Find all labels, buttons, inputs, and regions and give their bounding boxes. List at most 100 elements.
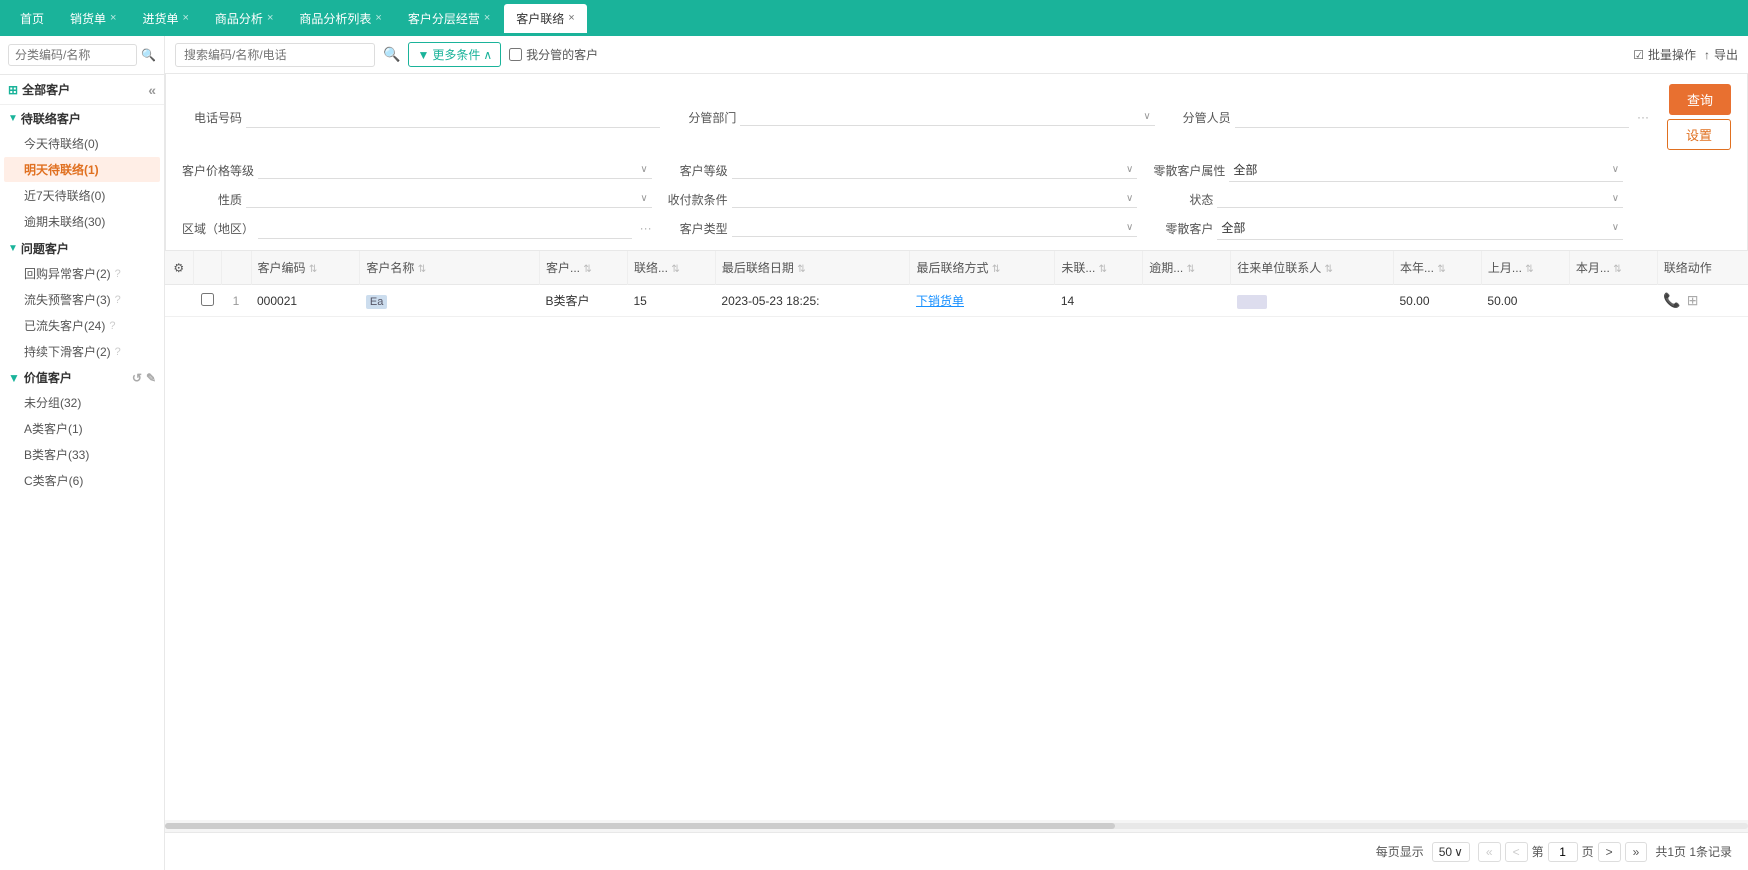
sidebar-item-today-pending[interactable]: 今天待联络(0): [4, 131, 160, 156]
nav-customer-contact[interactable]: 客户联络 ×: [504, 4, 586, 33]
nav-product-analysis-list[interactable]: 商品分析列表 ×: [287, 4, 393, 33]
filter-payment-select[interactable]: ∨: [732, 190, 1138, 208]
help-icon[interactable]: ?: [115, 346, 121, 358]
help-icon[interactable]: ?: [115, 294, 121, 306]
close-icon[interactable]: ×: [484, 12, 490, 24]
more-icon[interactable]: ···: [640, 221, 652, 235]
filter-row-1: 电话号码 分管部门 ∨ 分管人员 ··· 查询 设置: [182, 84, 1731, 150]
filter-dept-label: 分管部门: [676, 109, 736, 126]
query-button[interactable]: 查询: [1669, 84, 1731, 115]
prev-page-button[interactable]: <: [1505, 842, 1528, 862]
filter-phone-input[interactable]: [246, 106, 660, 128]
filter-customer-type-select[interactable]: ∨: [732, 219, 1138, 237]
td-checkbox[interactable]: [193, 285, 221, 317]
last-contact-way-link[interactable]: 下销货单: [916, 294, 964, 308]
filter-price-level-select[interactable]: ∨: [258, 161, 652, 179]
close-icon[interactable]: ×: [568, 12, 574, 24]
sidebar-search-icon[interactable]: 🔍: [141, 48, 156, 62]
batch-operation-button[interactable]: ☑ 批量操作: [1633, 46, 1696, 63]
close-icon[interactable]: ×: [375, 12, 381, 24]
close-icon[interactable]: ×: [267, 12, 273, 24]
set-button[interactable]: 设置: [1667, 119, 1731, 150]
sidebar-item-a-class[interactable]: A类客户(1): [4, 416, 160, 441]
row-checkbox[interactable]: [201, 293, 214, 306]
th-last-contact-date[interactable]: 最后联络日期 ⇅: [715, 251, 910, 285]
horizontal-scrollbar[interactable]: [165, 820, 1748, 832]
sidebar-item-churn-warning[interactable]: 流失预警客户(3) ?: [4, 287, 160, 312]
th-gear[interactable]: ⚙: [165, 251, 193, 285]
more-icon[interactable]: ···: [1637, 110, 1649, 124]
th-customer-name[interactable]: 客户名称 ⇅: [360, 251, 540, 285]
grid-icon[interactable]: ⊞: [1687, 292, 1699, 309]
sidebar-item-abnormal-repurchase[interactable]: 回购异常客户(2) ?: [4, 261, 160, 286]
th-customer-type[interactable]: 客户... ⇅: [540, 251, 628, 285]
filter-retail-attr-cell: 零散客户属性 全部 ∨: [1145, 158, 1631, 182]
edit-icon[interactable]: ✎: [146, 371, 156, 385]
filter-region-input[interactable]: [258, 217, 632, 239]
sidebar-search-input[interactable]: [8, 44, 137, 66]
filter-gender-label: 性质: [182, 191, 242, 208]
nav-product-analysis[interactable]: 商品分析 ×: [203, 4, 285, 33]
filter-status-select[interactable]: ∨: [1217, 190, 1623, 208]
next-page-button[interactable]: >: [1598, 842, 1621, 862]
th-contact-count[interactable]: 联络... ⇅: [627, 251, 715, 285]
filter-person-input[interactable]: [1235, 106, 1629, 128]
sidebar-item-churned[interactable]: 已流失客户(24) ?: [4, 313, 160, 338]
last-page-button[interactable]: »: [1625, 842, 1648, 862]
chevron-down-icon: ∨: [1454, 845, 1463, 859]
phone-icon[interactable]: 📞: [1663, 292, 1680, 309]
sidebar-item-declining[interactable]: 持续下滑客户(2) ?: [4, 339, 160, 364]
filter-customer-level-select[interactable]: ∨: [732, 161, 1138, 179]
my-customers-checkbox[interactable]: [509, 48, 522, 61]
help-icon[interactable]: ?: [109, 320, 115, 332]
nav-purchase-order[interactable]: 进货单 ×: [130, 4, 200, 33]
filter-payment-label: 收付款条件: [668, 191, 728, 208]
sidebar-item-overdue-contact[interactable]: 逾期未联络(30): [4, 209, 160, 234]
th-no-contact[interactable]: 未联... ⇅: [1055, 251, 1143, 285]
th-this-year[interactable]: 本年... ⇅: [1393, 251, 1481, 285]
my-customers-checkbox-label[interactable]: 我分管的客户: [509, 46, 598, 63]
filter-search-input[interactable]: [175, 43, 375, 67]
first-page-button[interactable]: «: [1478, 842, 1501, 862]
th-last-month[interactable]: 上月... ⇅: [1481, 251, 1569, 285]
nav-customer-tier[interactable]: 客户分层经营 ×: [396, 4, 502, 33]
sidebar-item-c-class[interactable]: C类客户(6): [4, 468, 160, 493]
sidebar-item-tomorrow-pending[interactable]: 明天待联络(1): [4, 157, 160, 182]
chevron-down-icon: ∨: [1126, 164, 1133, 175]
td-gear: [165, 285, 193, 317]
scrollbar-track: [165, 823, 1748, 829]
refresh-icon[interactable]: ↺: [132, 371, 142, 385]
filter-phone-label: 电话号码: [182, 109, 242, 126]
filter-row-2: 客户价格等级 ∨ 客户等级 ∨ 零散客户属性 全部: [182, 158, 1731, 182]
sidebar-item-7day-pending[interactable]: 近7天待联络(0): [4, 183, 160, 208]
filter-retail-customer-select[interactable]: 全部 ∨: [1217, 216, 1623, 240]
nav-sales-order[interactable]: 销货单 ×: [58, 4, 128, 33]
sidebar-item-b-class[interactable]: B类客户(33): [4, 442, 160, 467]
filter-more-button[interactable]: ▼ 更多条件 ∧: [408, 42, 501, 67]
collapse-icon[interactable]: «: [148, 82, 156, 98]
close-icon[interactable]: ×: [182, 12, 188, 24]
page-number-input[interactable]: [1548, 842, 1578, 862]
th-customer-code[interactable]: 客户编码 ⇅: [251, 251, 360, 285]
filter-gender-select[interactable]: ∨: [246, 190, 652, 208]
filter-phone-cell: 电话号码: [182, 106, 668, 128]
th-partner-contact[interactable]: 往来单位联系人 ⇅: [1231, 251, 1394, 285]
sidebar-all-customers[interactable]: ⊞ 全部客户 «: [0, 75, 164, 105]
help-icon[interactable]: ?: [115, 268, 121, 280]
per-page-select[interactable]: 50 ∨: [1432, 842, 1470, 862]
close-icon[interactable]: ×: [110, 12, 116, 24]
main-layout: 🔍 ⊞ 全部客户 « ▼ 待联络客户 今天待联络(0) 明天待联络(1) 近7天…: [0, 36, 1748, 870]
sidebar-item-ungrouped[interactable]: 未分组(32): [4, 390, 160, 415]
filter-retail-attr-select[interactable]: 全部 ∨: [1229, 158, 1623, 182]
td-this-year: 50.00: [1393, 285, 1481, 317]
filter-search-button[interactable]: 🔍: [383, 46, 400, 63]
export-button[interactable]: ↑ 导出: [1704, 46, 1738, 63]
chevron-icon: ∧: [483, 48, 492, 62]
th-last-contact-way[interactable]: 最后联络方式 ⇅: [910, 251, 1055, 285]
table-footer: 每页显示 50 ∨ « < 第 页 > » 共1页 1条记录: [165, 832, 1748, 870]
filter-dept-select[interactable]: ∨: [740, 108, 1154, 126]
th-checkbox: [193, 251, 221, 285]
th-this-month[interactable]: 本月... ⇅: [1569, 251, 1657, 285]
nav-home[interactable]: 首页: [8, 4, 56, 33]
th-overdue[interactable]: 逾期... ⇅: [1143, 251, 1231, 285]
